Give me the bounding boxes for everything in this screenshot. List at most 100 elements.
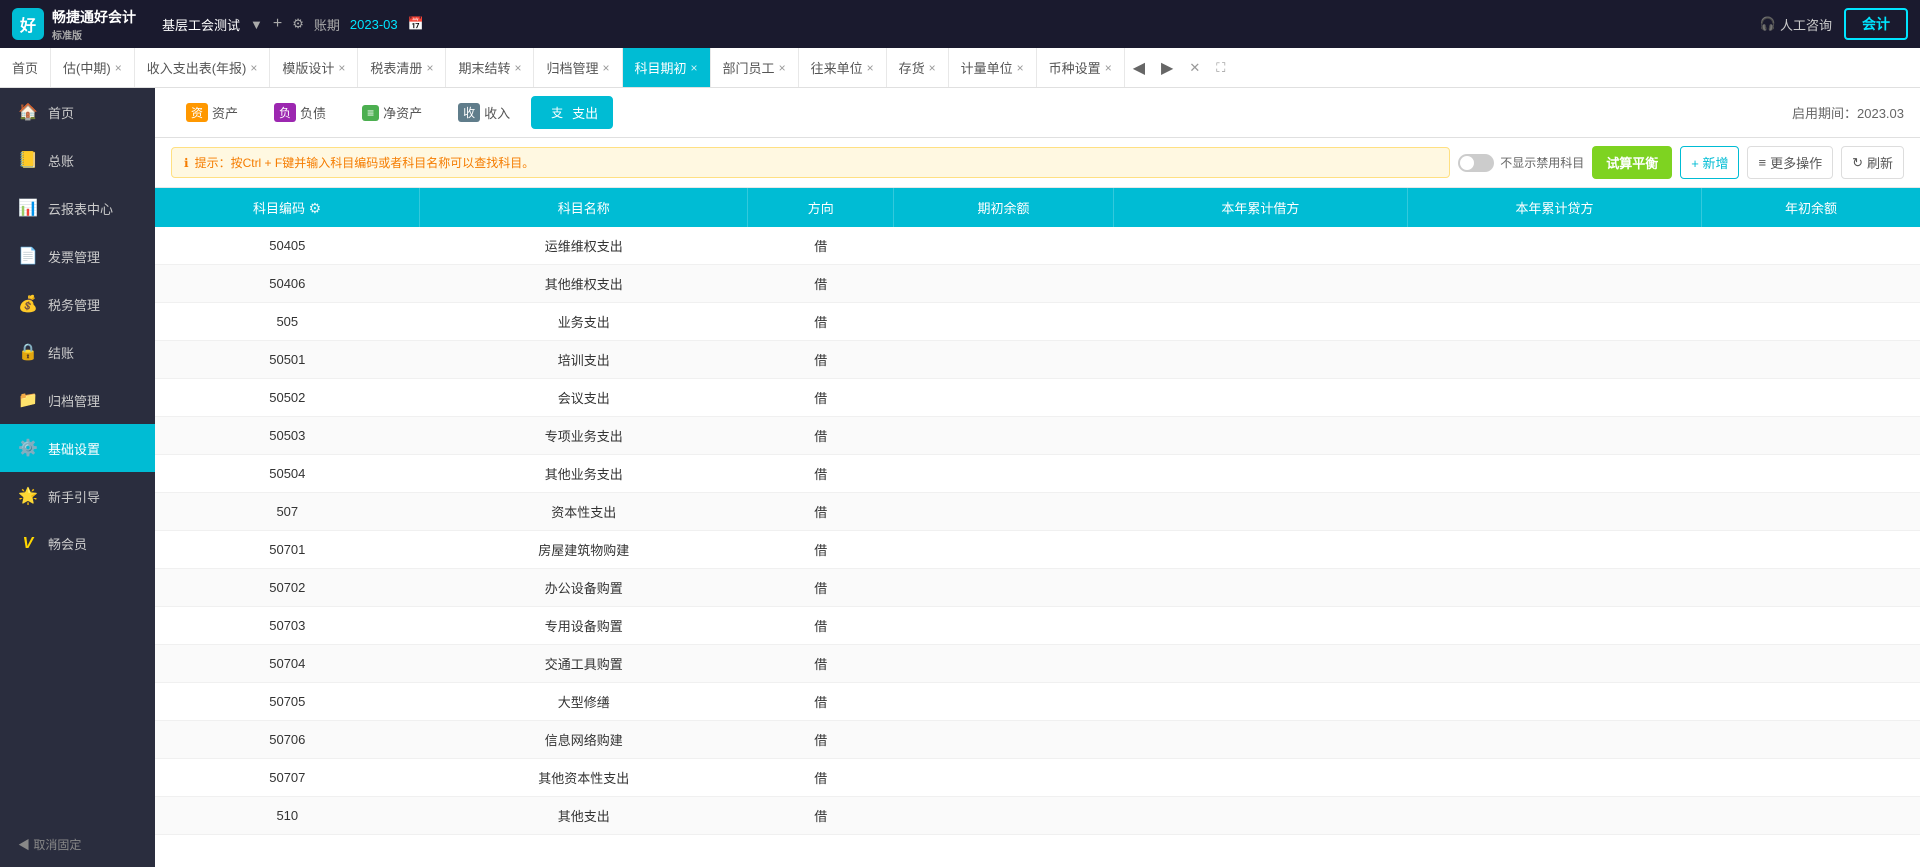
tab-close-tax[interactable]: × (426, 61, 433, 75)
tab-close-currency[interactable]: × (1105, 61, 1112, 75)
tab-counterpart[interactable]: 往来单位 × (799, 48, 887, 88)
cell-name: 其他业务支出 (420, 455, 748, 493)
table-row[interactable]: 50504 其他业务支出 借 (155, 455, 1920, 493)
tab-income[interactable]: 收入支出表(年报) × (135, 48, 271, 88)
tab-interim[interactable]: 估(中期) × (51, 48, 135, 88)
table-row[interactable]: 50701 房屋建筑物购建 借 (155, 531, 1920, 569)
sidebar-item-vip[interactable]: V 畅会员 (0, 520, 155, 567)
toggle-wrap: 不显示禁用科目 (1458, 154, 1584, 172)
customer-service-btn[interactable]: 🎧 人工咨询 (1760, 15, 1832, 34)
tab-prev-btn[interactable]: ◀ (1125, 48, 1153, 88)
sidebar-item-home[interactable]: 🏠 首页 (0, 88, 155, 136)
cell-code: 50705 (155, 683, 420, 721)
cell-ytd-debit (1113, 455, 1407, 493)
tab-close-counterpart[interactable]: × (867, 61, 874, 75)
table-row[interactable]: 50703 专用设备购置 借 (155, 607, 1920, 645)
table-row[interactable]: 50702 办公设备购置 借 (155, 569, 1920, 607)
table-row[interactable]: 50704 交通工具购置 借 (155, 645, 1920, 683)
sidebar-item-ledger[interactable]: 📒 总账 (0, 136, 155, 184)
cell-name: 房屋建筑物购建 (420, 531, 748, 569)
calculate-btn[interactable]: 试算平衡 (1592, 146, 1672, 179)
income-icon: 收 (458, 103, 480, 122)
tab-close-interim[interactable]: × (115, 61, 122, 75)
tab-period-end[interactable]: 期末结转 × (446, 48, 534, 88)
table-row[interactable]: 50405 运维维权支出 借 (155, 227, 1920, 265)
top-bar-right: 🎧 人工咨询 会计 (1760, 8, 1908, 40)
tab-template[interactable]: 模版设计 × (270, 48, 358, 88)
cell-name: 会议支出 (420, 379, 748, 417)
th-beginning-balance: 年初余额 (1702, 188, 1920, 227)
tab-close-department[interactable]: × (779, 61, 786, 75)
subtab-net-asset[interactable]: ≡ 净资产 (347, 96, 437, 129)
sidebar-pin-btn[interactable]: ◀ 取消固定 (0, 822, 155, 867)
add-btn[interactable]: + 新增 (1680, 146, 1739, 179)
table-row[interactable]: 50707 其他资本性支出 借 (155, 759, 1920, 797)
tab-archive[interactable]: 归档管理 × (534, 48, 622, 88)
sidebar-item-close[interactable]: 🔒 结账 (0, 328, 155, 376)
cell-ytd-credit (1407, 265, 1701, 303)
cell-direction: 借 (748, 303, 894, 341)
cell-ytd-credit (1407, 227, 1701, 265)
tab-close-period-end[interactable]: × (514, 61, 521, 75)
table-row[interactable]: 505 业务支出 借 (155, 303, 1920, 341)
tab-close-inventory[interactable]: × (929, 61, 936, 75)
cell-code: 50702 (155, 569, 420, 607)
account-button[interactable]: 会计 (1844, 8, 1908, 40)
column-settings-icon[interactable]: ⚙ (309, 200, 322, 216)
tab-department[interactable]: 部门员工 × (711, 48, 799, 88)
tab-close-unit[interactable]: × (1017, 61, 1024, 75)
tab-inventory[interactable]: 存货 × (887, 48, 949, 88)
subtab-asset[interactable]: 资 资产 (171, 96, 253, 129)
table-row[interactable]: 50706 信息网络购建 借 (155, 721, 1920, 759)
tab-maximize-btn[interactable]: ⛶ (1208, 48, 1233, 88)
table-row[interactable]: 50501 培训支出 借 (155, 341, 1920, 379)
more-btn[interactable]: ≡ 更多操作 (1747, 146, 1833, 179)
add-icon[interactable]: + (273, 15, 282, 33)
table-row[interactable]: 507 资本性支出 借 (155, 493, 1920, 531)
sidebar-item-guide[interactable]: 🌟 新手引导 (0, 472, 155, 520)
cell-opening-balance (894, 607, 1114, 645)
sidebar-label-invoice: 发票管理 (48, 247, 100, 266)
tab-next-btn[interactable]: ▶ (1153, 48, 1181, 88)
subtab-expense[interactable]: 支 支出 (531, 96, 613, 129)
content-area: 资 资产 负 负债 ≡ 净资产 收 收入 支 支出 启用期间：2023.03 (155, 88, 1920, 867)
company-name[interactable]: 基层工会测试 (162, 15, 240, 34)
subtab-liability[interactable]: 负 负债 (259, 96, 341, 129)
tab-close-template[interactable]: × (338, 61, 345, 75)
tab-tax[interactable]: 税表清册 × (358, 48, 446, 88)
table-row[interactable]: 50503 专项业务支出 借 (155, 417, 1920, 455)
sidebar-item-cloud-report[interactable]: 📊 云报表中心 (0, 184, 155, 232)
sidebar-item-tax[interactable]: 💰 税务管理 (0, 280, 155, 328)
sidebar-item-invoice[interactable]: 📄 发票管理 (0, 232, 155, 280)
settings-icon[interactable]: ⚙ (292, 16, 304, 32)
disable-toggle[interactable] (1458, 154, 1494, 172)
sidebar-label-guide: 新手引导 (48, 487, 100, 506)
cell-ytd-credit (1407, 303, 1701, 341)
calendar-icon[interactable]: 📅 (408, 16, 424, 32)
tab-close-archive[interactable]: × (603, 61, 610, 75)
tab-subject-init[interactable]: 科目期初 × (623, 48, 711, 88)
tab-unit[interactable]: 计量单位 × (949, 48, 1037, 88)
subtab-income[interactable]: 收 收入 (443, 96, 525, 129)
sidebar-label-vip: 畅会员 (48, 534, 87, 553)
cell-ytd-credit (1407, 645, 1701, 683)
sidebar-item-archive[interactable]: 📁 归档管理 (0, 376, 155, 424)
th-opening-balance: 期初余额 (894, 188, 1114, 227)
tab-close-all-btn[interactable]: ✕ (1181, 48, 1208, 88)
table-row[interactable]: 50705 大型修缮 借 (155, 683, 1920, 721)
tab-home[interactable]: 首页 (0, 48, 51, 88)
tab-close-subject-init[interactable]: × (691, 61, 698, 75)
tab-currency[interactable]: 币种设置 × (1037, 48, 1125, 88)
cell-code: 50704 (155, 645, 420, 683)
tab-close-income[interactable]: × (250, 61, 257, 75)
table-row[interactable]: 50502 会议支出 借 (155, 379, 1920, 417)
cell-ytd-debit (1113, 607, 1407, 645)
cell-ytd-debit (1113, 417, 1407, 455)
cell-direction: 借 (748, 379, 894, 417)
sidebar-item-settings[interactable]: ⚙️ 基础设置 (0, 424, 155, 472)
dropdown-icon[interactable]: ▼ (250, 17, 263, 32)
table-row[interactable]: 510 其他支出 借 (155, 797, 1920, 835)
table-row[interactable]: 50406 其他维权支出 借 (155, 265, 1920, 303)
cell-code: 507 (155, 493, 420, 531)
refresh-btn[interactable]: ↻ 刷新 (1841, 146, 1904, 179)
